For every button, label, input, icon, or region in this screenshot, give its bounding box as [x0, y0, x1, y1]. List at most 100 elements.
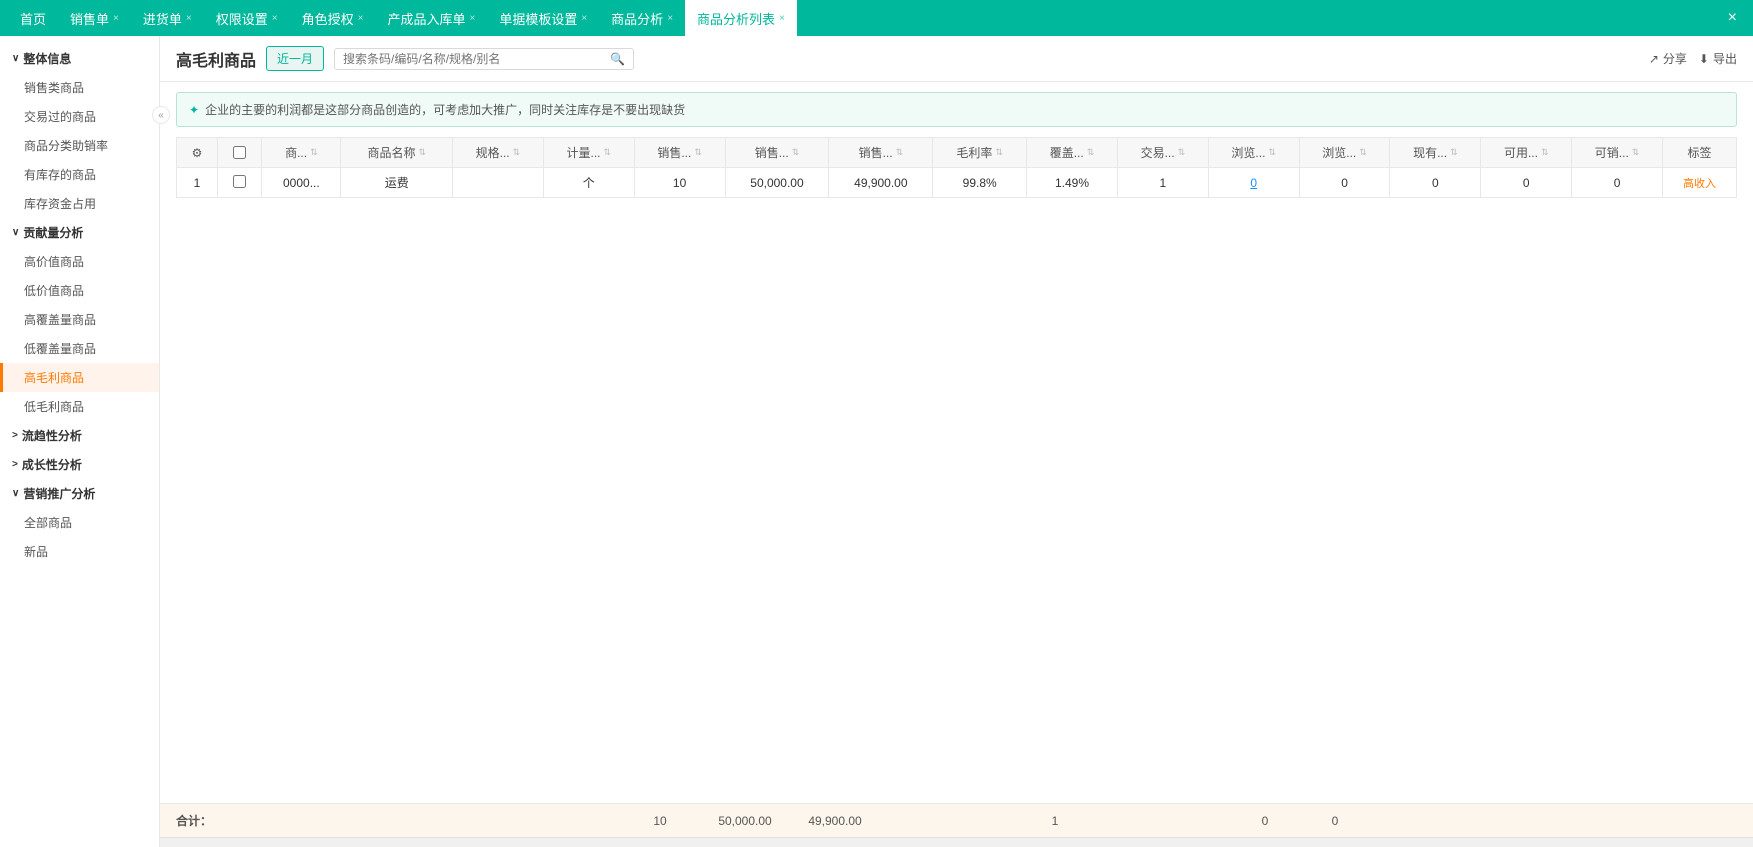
- col-header-coverage[interactable]: 覆盖...⇅: [1027, 138, 1118, 168]
- col-header-unit[interactable]: 计量... ⇅: [543, 138, 634, 168]
- sidebar-group-贡献量分析[interactable]: ∨贡献量分析: [0, 218, 159, 247]
- sidebar-item-低价值商品[interactable]: 低价值商品: [0, 276, 159, 305]
- nav-close-icon[interactable]: ×: [113, 13, 119, 24]
- share-button[interactable]: ↗ 分享: [1649, 50, 1687, 67]
- sort-icon[interactable]: ⇅: [1268, 147, 1276, 158]
- sort-icon[interactable]: ⇅: [418, 147, 426, 158]
- col-header-gross_margin[interactable]: 毛利率⇅: [933, 138, 1027, 168]
- nav-close-icon[interactable]: ×: [469, 13, 475, 24]
- col-header-sales_amount[interactable]: 销售...⇅: [725, 138, 829, 168]
- sidebar-group-label: 贡献量分析: [23, 224, 83, 241]
- col-header-current_stock[interactable]: 现有...⇅: [1390, 138, 1481, 168]
- nav-item-进货单[interactable]: 进货单 ×: [131, 0, 204, 36]
- cell-spec: [453, 168, 544, 198]
- sort-icon[interactable]: ⇅: [995, 147, 1003, 158]
- sort-icon[interactable]: ⇅: [694, 147, 702, 158]
- sort-icon[interactable]: ⇅: [1178, 147, 1186, 158]
- row-checkbox[interactable]: [233, 175, 246, 188]
- sidebar-item-有库存的商品[interactable]: 有库存的商品: [0, 160, 159, 189]
- nav-item-权限设置[interactable]: 权限设置 ×: [204, 0, 290, 36]
- sidebar: ∨整体信息销售类商品交易过的商品商品分类助销率有库存的商品库存资金占用∨贡献量分…: [0, 36, 160, 847]
- filter-button[interactable]: 近一月: [266, 46, 324, 71]
- sidebar-item-高价值商品[interactable]: 高价值商品: [0, 247, 159, 276]
- export-button[interactable]: ⬇ 导出: [1699, 50, 1737, 67]
- cell-saleable: 0: [1572, 168, 1663, 198]
- col-header-saleable[interactable]: 可销...⇅: [1572, 138, 1663, 168]
- sidebar-group-流趋性分析[interactable]: >流趋性分析: [0, 421, 159, 450]
- sidebar-item-新品[interactable]: 新品: [0, 537, 159, 566]
- sort-icon[interactable]: ⇅: [604, 147, 612, 158]
- window-close-button[interactable]: ×: [1720, 9, 1745, 27]
- nav-item-首页[interactable]: 首页: [8, 0, 58, 36]
- sidebar-item-高毛利商品[interactable]: 高毛利商品: [0, 363, 159, 392]
- nav-close-icon[interactable]: ×: [779, 13, 785, 24]
- cell-browse1: 0: [1208, 168, 1299, 198]
- col-header-transaction[interactable]: 交易...⇅: [1117, 138, 1208, 168]
- sidebar-item-商品分类助销率[interactable]: 商品分类助销率: [0, 131, 159, 160]
- search-icon[interactable]: 🔍: [610, 52, 625, 66]
- col-header-browse2[interactable]: 浏览...⇅: [1299, 138, 1390, 168]
- sort-icon[interactable]: ⇅: [792, 147, 800, 158]
- sidebar-group-label: 整体信息: [23, 50, 71, 67]
- sort-icon[interactable]: ⇅: [1087, 147, 1095, 158]
- col-label: 标签: [1687, 144, 1711, 161]
- sidebar-item-高覆盖量商品[interactable]: 高覆盖量商品: [0, 305, 159, 334]
- nav-close-icon[interactable]: ×: [667, 13, 673, 24]
- cell-code: 0000...: [262, 168, 341, 198]
- sidebar-item-低覆盖量商品[interactable]: 低覆盖量商品: [0, 334, 159, 363]
- page-title: 高毛利商品: [176, 47, 256, 71]
- nav-item-产成品入库单[interactable]: 产成品入库单 ×: [375, 0, 487, 36]
- horizontal-scrollbar[interactable]: [160, 837, 1753, 847]
- col-header-sales_profit[interactable]: 销售...⇅: [829, 138, 933, 168]
- sort-icon[interactable]: ⇅: [513, 147, 521, 158]
- search-input[interactable]: [343, 52, 610, 66]
- nav-close-icon[interactable]: ×: [581, 13, 587, 24]
- cell-tag: 高收入: [1662, 168, 1736, 198]
- col-header-spec[interactable]: 规格...⇅: [453, 138, 544, 168]
- sidebar-group-成长性分析[interactable]: >成长性分析: [0, 450, 159, 479]
- sidebar-group-营销推广分析[interactable]: ∨营销推广分析: [0, 479, 159, 508]
- sort-icon[interactable]: ⇅: [1632, 147, 1640, 158]
- sort-icon[interactable]: ⇅: [1359, 147, 1367, 158]
- cell-coverage: 1.49%: [1027, 168, 1118, 198]
- select-all-checkbox[interactable]: [233, 146, 246, 159]
- sidebar-item-全部商品[interactable]: 全部商品: [0, 508, 159, 537]
- sort-icon[interactable]: ⇅: [1541, 147, 1549, 158]
- nav-item-商品分析[interactable]: 商品分析 ×: [599, 0, 685, 36]
- col-header-code[interactable]: 商...⇅: [262, 138, 341, 168]
- col-header-name[interactable]: 商品名称⇅: [341, 138, 453, 168]
- nav-item-商品分析列表[interactable]: 商品分析列表 ×: [685, 0, 797, 36]
- footer-label: 合计：: [176, 812, 212, 829]
- sort-icon[interactable]: ⇅: [1450, 147, 1458, 158]
- nav-item-单据模板设置[interactable]: 单据模板设置 ×: [487, 0, 599, 36]
- col-label: 计量...: [566, 144, 600, 161]
- nav-item-销售单[interactable]: 销售单 ×: [58, 0, 131, 36]
- footer-cell: 10: [620, 814, 700, 828]
- nav-close-icon[interactable]: ×: [186, 13, 192, 24]
- sort-icon[interactable]: ⇅: [896, 147, 904, 158]
- col-label: 现有...: [1413, 144, 1447, 161]
- nav-close-icon[interactable]: ×: [358, 13, 364, 24]
- col-label: 销售...: [657, 144, 691, 161]
- sidebar-item-销售类商品[interactable]: 销售类商品: [0, 73, 159, 102]
- sort-icon[interactable]: ⇅: [310, 147, 318, 158]
- col-header-tag: 标签: [1662, 138, 1736, 168]
- nav-close-icon[interactable]: ×: [272, 13, 278, 24]
- cell-name: 运费: [341, 168, 453, 198]
- search-box[interactable]: 🔍: [334, 48, 634, 70]
- top-nav: 首页销售单 ×进货单 ×权限设置 ×角色授权 ×产成品入库单 ×单据模板设置 ×…: [0, 0, 1753, 36]
- col-label: 浏览...: [1231, 144, 1265, 161]
- sidebar-item-交易过的商品[interactable]: 交易过的商品: [0, 102, 159, 131]
- sidebar-item-库存资金占用[interactable]: 库存资金占用: [0, 189, 159, 218]
- col-header-sales_qty[interactable]: 销售...⇅: [634, 138, 725, 168]
- col-header-available_stock[interactable]: 可用...⇅: [1481, 138, 1572, 168]
- sidebar-item-低毛利商品[interactable]: 低毛利商品: [0, 392, 159, 421]
- arrow-icon: ∨: [12, 488, 19, 499]
- footer-cell: 0: [1300, 814, 1370, 828]
- nav-item-角色授权[interactable]: 角色授权 ×: [290, 0, 376, 36]
- sidebar-toggle-button[interactable]: «: [152, 106, 170, 124]
- browse-link[interactable]: 0: [1250, 176, 1257, 190]
- sidebar-group-整体信息[interactable]: ∨整体信息: [0, 44, 159, 73]
- cell-sales_amount: 50,000.00: [725, 168, 829, 198]
- col-header-browse1[interactable]: 浏览...⇅: [1208, 138, 1299, 168]
